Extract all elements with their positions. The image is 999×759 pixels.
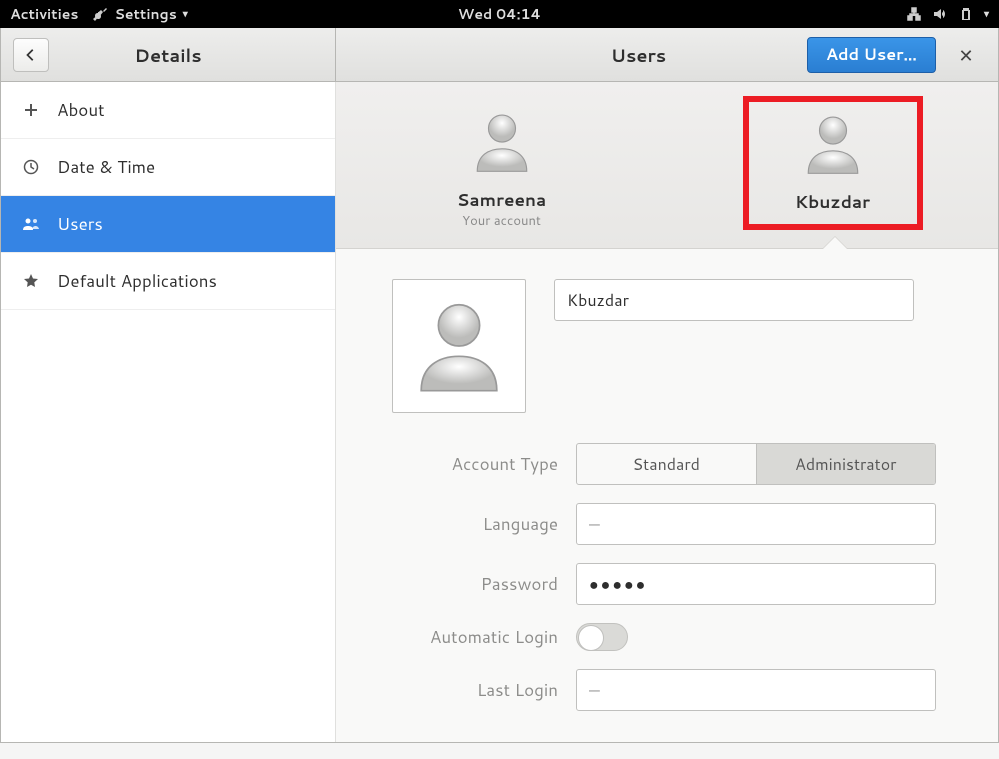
system-status-area[interactable]: ▾: [906, 6, 989, 22]
password-label: Password: [386, 572, 576, 596]
user-card-samreena[interactable]: Samreena Your account: [412, 106, 592, 230]
sidebar-item-label: Users: [57, 212, 103, 236]
chevron-down-icon: ▾: [183, 7, 188, 21]
activities-button[interactable]: Activities: [10, 4, 78, 24]
close-button[interactable]: ✕: [948, 38, 984, 72]
close-icon: ✕: [958, 42, 973, 68]
back-button[interactable]: [13, 38, 49, 72]
language-label: Language: [386, 512, 576, 536]
full-name-input[interactable]: [554, 279, 914, 321]
sidebar-item-label: About: [57, 98, 105, 122]
users-icon: [21, 216, 41, 232]
plus-icon: [21, 102, 41, 118]
sidebar-item-date-time[interactable]: Date & Time: [1, 139, 335, 196]
sidebar-item-default-apps[interactable]: Default Applications: [1, 253, 335, 310]
app-menu[interactable]: Settings ▾: [92, 4, 187, 24]
chevron-left-icon: [24, 48, 38, 62]
settings-wrench-icon: [92, 6, 108, 22]
account-type-admin[interactable]: Administrator: [756, 444, 936, 484]
sidebar-item-users[interactable]: Users: [1, 196, 335, 253]
chevron-down-icon: ▾: [984, 7, 989, 21]
star-icon: [21, 273, 41, 289]
user-detail-form: Account Type Standard Administrator Lang…: [336, 249, 998, 759]
avatar-icon: [404, 291, 514, 401]
auto-login-label: Automatic Login: [386, 625, 576, 649]
app-menu-label: Settings: [114, 4, 176, 24]
password-field[interactable]: ●●●●●: [576, 563, 936, 605]
headerbar: Details Users Add User… ✕: [1, 28, 998, 82]
volume-icon: [932, 6, 948, 22]
page-title: Users: [482, 42, 795, 68]
clock-icon: [21, 159, 41, 175]
content-pane: Samreena Your account Kbuzdar: [336, 82, 998, 742]
auto-login-toggle[interactable]: [576, 623, 628, 651]
last-login-label: Last Login: [386, 678, 576, 702]
user-subtitle: Your account: [412, 212, 592, 230]
user-name: Kbuzdar: [759, 190, 907, 214]
avatar-icon: [759, 108, 907, 186]
avatar-picker[interactable]: [392, 279, 526, 413]
settings-window: Details Users Add User… ✕ About: [0, 28, 999, 743]
gnome-topbar: Activities Settings ▾ Wed 04:14 ▾: [0, 0, 999, 28]
clock[interactable]: Wed 04:14: [458, 4, 541, 24]
user-card-kbuzdar[interactable]: Kbuzdar: [743, 96, 923, 230]
account-type-standard[interactable]: Standard: [577, 444, 756, 484]
add-user-button[interactable]: Add User…: [807, 37, 936, 73]
avatar-icon: [412, 106, 592, 184]
battery-icon: [958, 6, 974, 22]
account-type-label: Account Type: [386, 452, 576, 476]
account-type-toggle[interactable]: Standard Administrator: [576, 443, 936, 485]
language-field[interactable]: —: [576, 503, 936, 545]
network-icon: [906, 6, 922, 22]
selection-pointer: [823, 237, 847, 249]
last-login-field[interactable]: —: [576, 669, 936, 711]
sidebar-item-label: Default Applications: [57, 269, 217, 293]
sidebar-title: Details: [49, 42, 287, 68]
user-selector: Samreena Your account Kbuzdar: [336, 82, 998, 249]
sidebar-item-label: Date & Time: [57, 155, 155, 179]
sidebar: About Date & Time Users Default Applicat…: [1, 82, 336, 742]
user-name: Samreena: [412, 188, 592, 212]
sidebar-item-about[interactable]: About: [1, 82, 335, 139]
